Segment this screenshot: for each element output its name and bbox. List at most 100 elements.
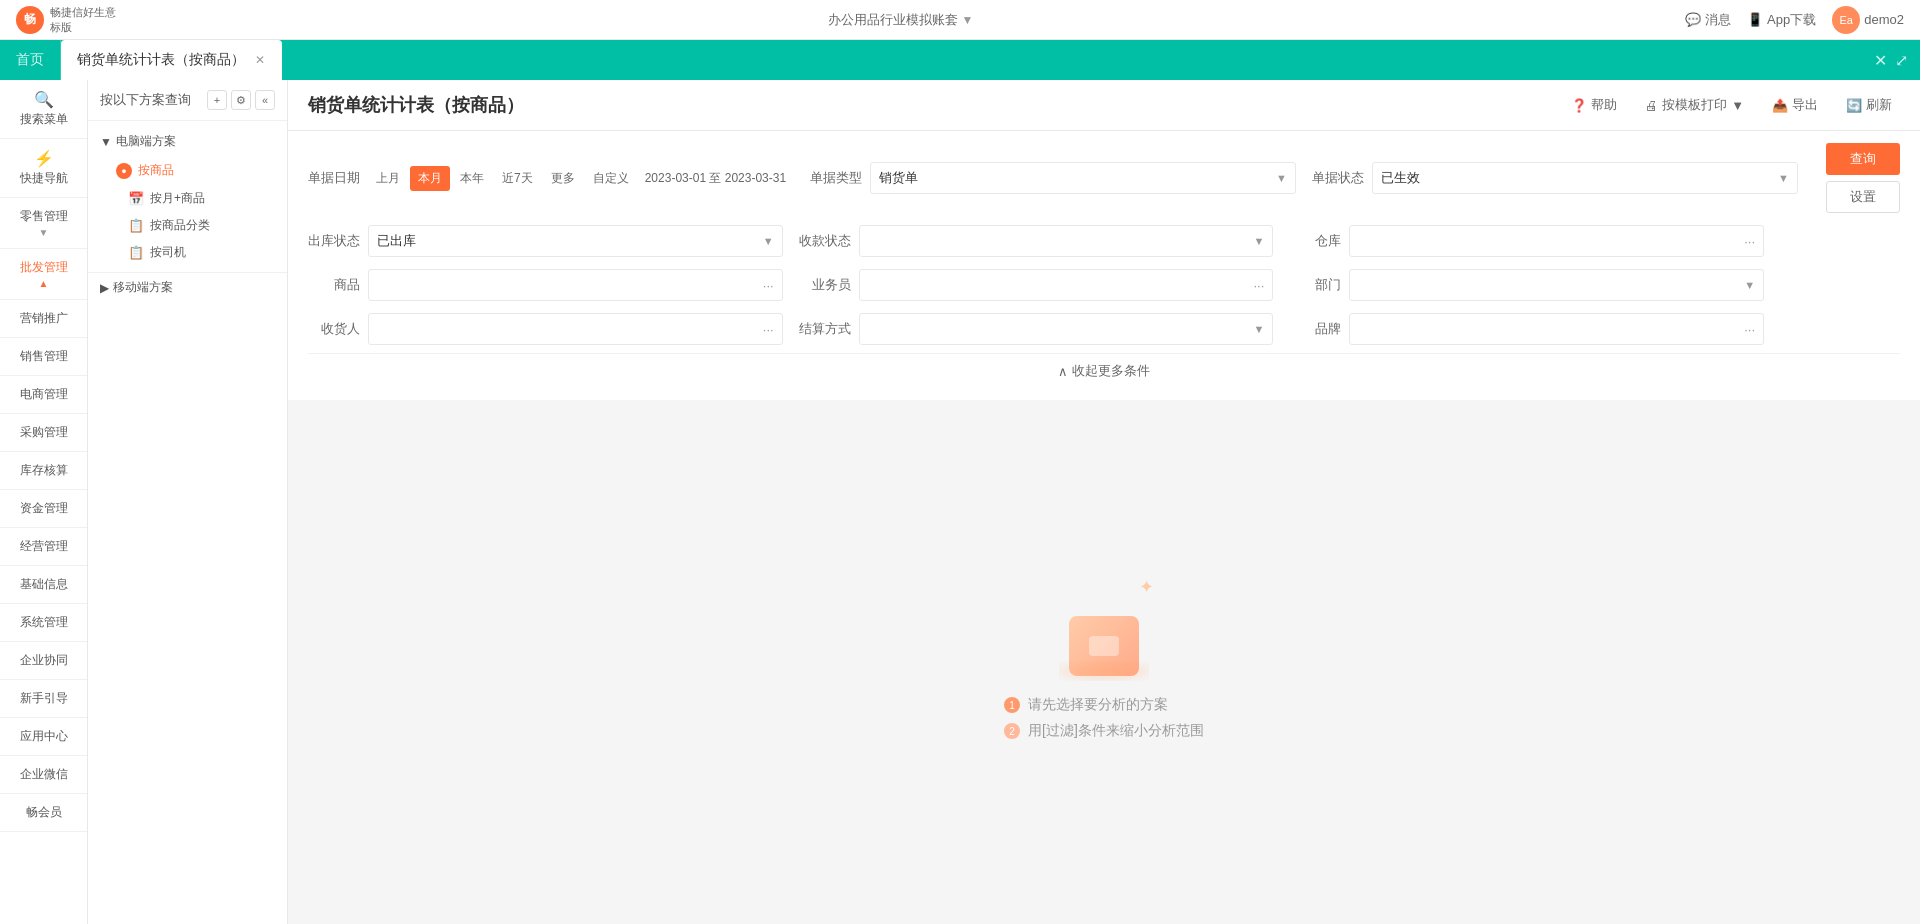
sidebar-item-purchase[interactable]: 采购管理 bbox=[0, 414, 87, 452]
sidebar-item-sales[interactable]: 销售管理 bbox=[0, 338, 87, 376]
sidebar-item-finance[interactable]: 资金管理 bbox=[0, 490, 87, 528]
date-tab-7days[interactable]: 近7天 bbox=[494, 166, 541, 191]
salesperson-ellipsis[interactable]: ··· bbox=[1254, 278, 1265, 293]
settlement-select[interactable]: ▼ bbox=[859, 313, 1274, 345]
sidebar-system-label: 系统管理 bbox=[20, 614, 68, 631]
pc-scheme-group-label: 电脑端方案 bbox=[116, 133, 176, 150]
date-tab-more[interactable]: 更多 bbox=[543, 166, 583, 191]
sidebar-item-retail[interactable]: 零售管理 ▼ bbox=[0, 198, 87, 249]
print-dropdown-icon[interactable]: ▼ bbox=[1731, 98, 1744, 113]
tab-sales-stat[interactable]: 销货单统计计表（按商品） ✕ bbox=[61, 40, 282, 80]
salesperson-select[interactable]: ··· bbox=[859, 269, 1274, 301]
empty-text-list: 1 请先选择要分析的方案 2 用[过滤]条件来缩小分析范围 bbox=[1004, 696, 1204, 748]
salesperson-filter: 业务员 ··· bbox=[799, 269, 1274, 301]
setting-button[interactable]: 设置 bbox=[1826, 181, 1900, 213]
content-area: 销货单统计计表（按商品） ❓ 帮助 🖨 按模板打印 ▼ 📤 导出 bbox=[288, 80, 1920, 924]
sidebar-item-base[interactable]: 基础信息 bbox=[0, 566, 87, 604]
tab-close-icon[interactable]: ✕ bbox=[255, 53, 265, 67]
settings-scheme-button[interactable]: ⚙ bbox=[231, 90, 251, 110]
tab-close-all-icon[interactable]: ✕ bbox=[1874, 51, 1887, 70]
empty-tip-1: 1 请先选择要分析的方案 bbox=[1004, 696, 1204, 714]
sidebar-item-system[interactable]: 系统管理 bbox=[0, 604, 87, 642]
warehouse-status-label: 出库状态 bbox=[308, 232, 368, 250]
topbar-left: 畅 畅捷信好生意 标版 bbox=[16, 5, 116, 34]
date-filter-group: 单据日期 上月 本月 本年 近7天 更多 自定义 2023-03-01 至 20… bbox=[308, 166, 794, 191]
brand-ellipsis[interactable]: ··· bbox=[1744, 322, 1755, 337]
date-tab-this-year[interactable]: 本年 bbox=[452, 166, 492, 191]
sidebar-search-label: 搜索菜单 bbox=[20, 111, 68, 128]
sidebar-item-collab[interactable]: 企业协同 bbox=[0, 642, 87, 680]
scheme-sub-item-month-goods[interactable]: 📅 按月+商品 bbox=[88, 185, 287, 212]
scheme-category-label: 按商品分类 bbox=[150, 217, 210, 234]
doc-status-select[interactable]: 已生效 ▼ bbox=[1372, 162, 1798, 194]
warehouse-label: 仓库 bbox=[1289, 232, 1349, 250]
sidebar-item-inventory[interactable]: 库存核算 bbox=[0, 452, 87, 490]
sidebar-item-wholesale[interactable]: 批发管理 ▲ bbox=[0, 249, 87, 300]
sidebar-item-ecommerce[interactable]: 电商管理 bbox=[0, 376, 87, 414]
settlement-label: 结算方式 bbox=[799, 320, 859, 338]
mobile-scheme-group-label: 移动端方案 bbox=[113, 279, 173, 296]
scheme-item-by-goods[interactable]: ● 按商品 bbox=[88, 156, 287, 185]
action-buttons: 查询 设置 bbox=[1814, 143, 1900, 213]
sidebar-item-guide[interactable]: 新手引导 bbox=[0, 680, 87, 718]
tab-expand-icon[interactable]: ⤢ bbox=[1895, 51, 1908, 70]
pc-scheme-group-header[interactable]: ▼ 电脑端方案 bbox=[88, 127, 287, 156]
tab-home[interactable]: 首页 bbox=[0, 40, 61, 80]
warehouse-status-dropdown-icon: ▼ bbox=[763, 235, 774, 247]
date-tab-this-month[interactable]: 本月 bbox=[410, 166, 450, 191]
sidebar-marketing-label: 营销推广 bbox=[20, 310, 68, 327]
payment-status-select[interactable]: ▼ bbox=[859, 225, 1274, 257]
scheme-sub-item-cashier[interactable]: 📋 按司机 bbox=[88, 239, 287, 266]
sidebar-item-quicknav[interactable]: ⚡ 快捷导航 bbox=[0, 139, 87, 198]
print-icon: 🖨 bbox=[1645, 98, 1658, 113]
collapse-more-button[interactable]: ∧ 收起更多条件 bbox=[308, 353, 1900, 388]
brand-select[interactable]: ··· bbox=[1349, 313, 1764, 345]
empty-state: ✦ 1 请先选择要分析的方案 2 用[过滤]条件来缩小分析范围 bbox=[288, 400, 1920, 924]
user-area[interactable]: Ea demo2 bbox=[1832, 6, 1904, 34]
collapse-label: 收起更多条件 bbox=[1072, 362, 1150, 380]
user-initial: Ea bbox=[1840, 14, 1853, 26]
doc-status-filter: 单据状态 已生效 ▼ bbox=[1312, 162, 1798, 194]
date-tab-last-month[interactable]: 上月 bbox=[368, 166, 408, 191]
sidebar-item-marketing[interactable]: 营销推广 bbox=[0, 300, 87, 338]
department-select[interactable]: ▼ bbox=[1349, 269, 1764, 301]
sidebar-item-search[interactable]: 🔍 搜索菜单 bbox=[0, 80, 87, 139]
app-dropdown-icon[interactable]: ▼ bbox=[962, 13, 974, 27]
collapse-panel-button[interactable]: « bbox=[255, 90, 275, 110]
query-button[interactable]: 查询 bbox=[1826, 143, 1900, 175]
refresh-button[interactable]: 🔄 刷新 bbox=[1838, 92, 1900, 118]
goods-select[interactable]: ··· bbox=[368, 269, 783, 301]
chevron-right-icon: ▶ bbox=[100, 281, 109, 295]
goods-ellipsis[interactable]: ··· bbox=[763, 278, 774, 293]
sidebar-quicknav-label: 快捷导航 bbox=[20, 170, 68, 187]
add-scheme-button[interactable]: + bbox=[207, 90, 227, 110]
mobile-scheme-group-header[interactable]: ▶ 移动端方案 bbox=[88, 272, 287, 302]
print-button[interactable]: 🖨 按模板打印 ▼ bbox=[1637, 92, 1752, 118]
department-dropdown-icon: ▼ bbox=[1744, 279, 1755, 291]
sidebar-item-operations[interactable]: 经营管理 bbox=[0, 528, 87, 566]
filter-row-3: 商品 ··· 业务员 ··· 部门 bbox=[308, 269, 1900, 301]
warehouse-status-select[interactable]: 已出库 ▼ bbox=[368, 225, 783, 257]
message-label: 消息 bbox=[1705, 11, 1731, 29]
sidebar-member-label: 畅会员 bbox=[26, 804, 62, 821]
calendar-icon: 📅 bbox=[128, 191, 144, 206]
doc-type-filter: 单据类型 销货单 ▼ bbox=[810, 162, 1296, 194]
tab-home-label: 首页 bbox=[16, 51, 44, 69]
recipient-select[interactable]: ··· bbox=[368, 313, 783, 345]
app-download-button[interactable]: 📱 App下载 bbox=[1747, 11, 1816, 29]
warehouse-ellipsis[interactable]: ··· bbox=[1744, 234, 1755, 249]
export-button[interactable]: 📤 导出 bbox=[1764, 92, 1826, 118]
scheme-sub-item-category[interactable]: 📋 按商品分类 bbox=[88, 212, 287, 239]
tabbar: 首页 销货单统计计表（按商品） ✕ ✕ ⤢ bbox=[0, 40, 1920, 80]
sidebar-item-member[interactable]: 畅会员 bbox=[0, 794, 87, 832]
message-button[interactable]: 💬 消息 bbox=[1685, 11, 1731, 29]
sidebar-item-wx[interactable]: 企业微信 bbox=[0, 756, 87, 794]
recipient-ellipsis[interactable]: ··· bbox=[763, 322, 774, 337]
doc-type-select[interactable]: 销货单 ▼ bbox=[870, 162, 1296, 194]
topbar: 畅 畅捷信好生意 标版 办公用品行业模拟账套 ▼ 💬 消息 📱 App下载 Ea… bbox=[0, 0, 1920, 40]
date-tab-custom[interactable]: 自定义 bbox=[585, 166, 637, 191]
doc-type-value: 销货单 bbox=[879, 169, 918, 187]
sidebar-item-app-center[interactable]: 应用中心 bbox=[0, 718, 87, 756]
warehouse-select[interactable]: ··· bbox=[1349, 225, 1764, 257]
help-button[interactable]: ❓ 帮助 bbox=[1563, 92, 1625, 118]
